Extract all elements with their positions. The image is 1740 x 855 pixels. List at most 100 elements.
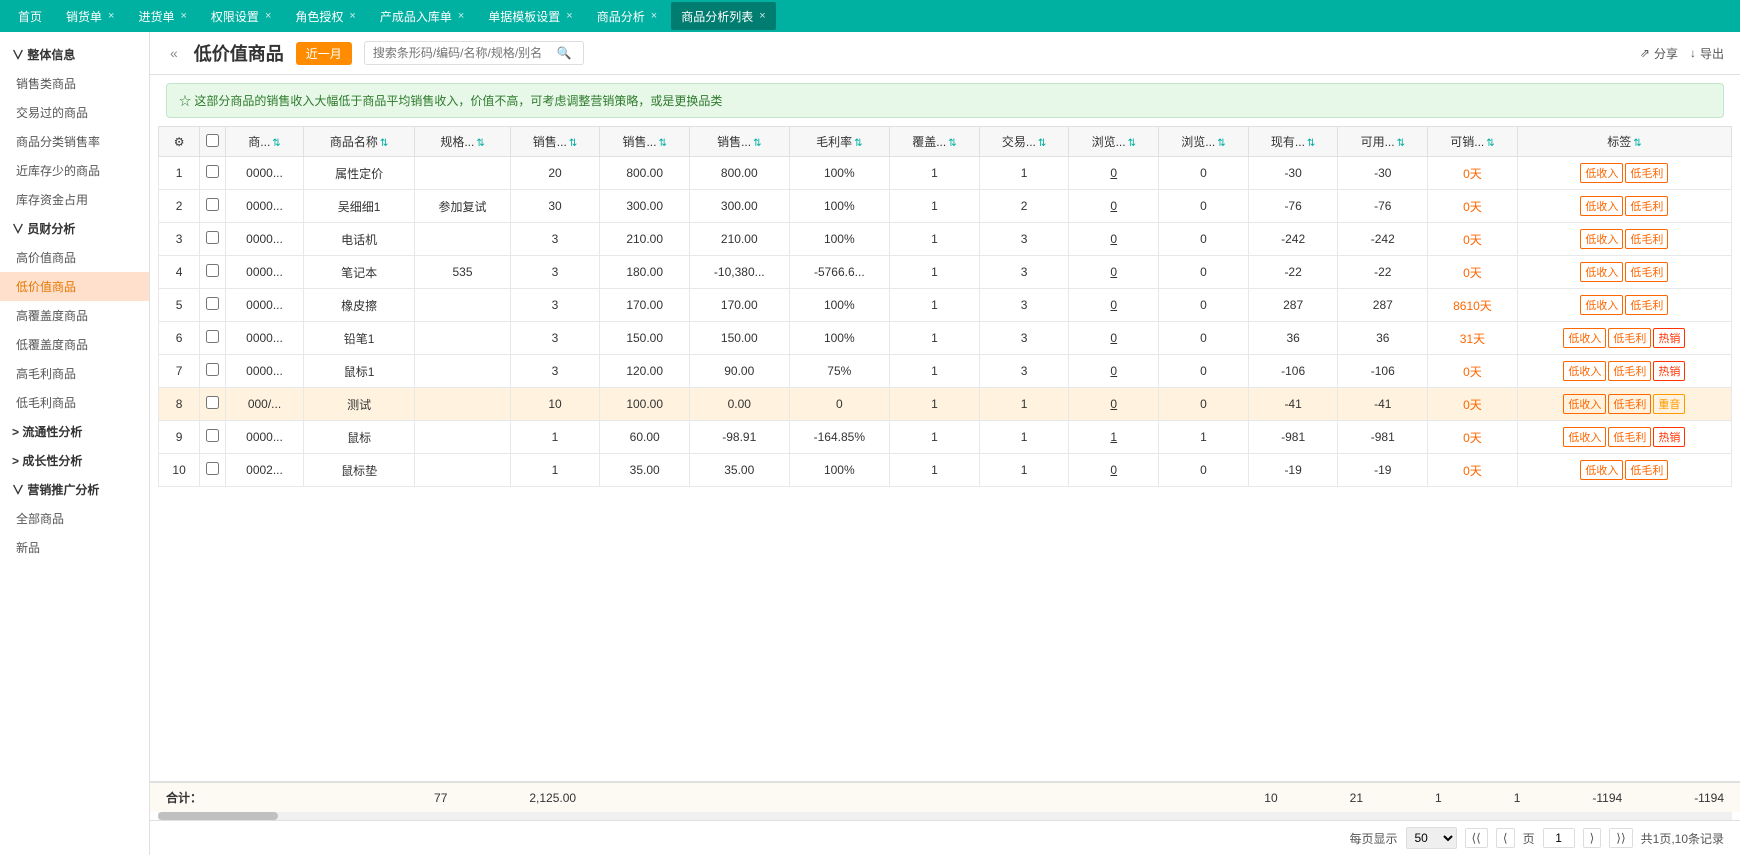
sidebar-item-all-products[interactable]: 全部商品	[0, 504, 149, 533]
sidebar-item-high-value[interactable]: 高价值商品	[0, 243, 149, 272]
col-saleable[interactable]: 可销...⇅	[1428, 127, 1518, 157]
nav-permissions[interactable]: 权限设置 ×	[201, 2, 281, 30]
sidebar-item-traded-products[interactable]: 交易过的商品	[0, 98, 149, 127]
browse1-val[interactable]: 0	[1110, 331, 1117, 345]
row-checkbox[interactable]	[200, 388, 226, 421]
scrollbar-thumb[interactable]	[158, 812, 278, 820]
col-browse1[interactable]: 浏览...⇅	[1069, 127, 1159, 157]
row-select-checkbox[interactable]	[206, 264, 219, 277]
select-all-checkbox[interactable]	[206, 134, 219, 147]
sidebar-item-category-sales-rate[interactable]: 商品分类销售率	[0, 127, 149, 156]
collapse-sidebar-btn[interactable]: «	[166, 43, 182, 63]
row-select-checkbox[interactable]	[206, 462, 219, 475]
horizontal-scrollbar[interactable]	[158, 812, 1732, 820]
page-size-select[interactable]: 50 100 200	[1406, 827, 1457, 849]
col-current[interactable]: 现有...⇅	[1248, 127, 1338, 157]
row-checkbox[interactable]	[200, 322, 226, 355]
row-select-checkbox[interactable]	[206, 396, 219, 409]
browse1-val[interactable]: 0	[1110, 232, 1117, 246]
search-icon[interactable]: 🔍	[557, 46, 572, 60]
col-checkbox[interactable]	[200, 127, 226, 157]
browse1-val[interactable]: 1	[1110, 430, 1117, 444]
col-settings[interactable]: ⚙	[159, 127, 200, 157]
sidebar-item-high-coverage[interactable]: 高覆盖度商品	[0, 301, 149, 330]
sidebar-item-low-coverage[interactable]: 低覆盖度商品	[0, 330, 149, 359]
nav-close-receipt[interactable]: ×	[458, 10, 464, 22]
row-select-checkbox[interactable]	[206, 231, 219, 244]
sidebar-item-low-margin[interactable]: 低毛利商品	[0, 388, 149, 417]
col-spec[interactable]: 规格...⇅	[415, 127, 510, 157]
sidebar-group-growth[interactable]: > 成长性分析	[0, 446, 149, 475]
browse1-val[interactable]: 0	[1110, 199, 1117, 213]
nav-close-purchase[interactable]: ×	[180, 10, 186, 22]
nav-product-analysis[interactable]: 商品分析 ×	[587, 2, 667, 30]
row-checkbox[interactable]	[200, 157, 226, 190]
col-browse2[interactable]: 浏览...⇅	[1159, 127, 1249, 157]
col-available[interactable]: 可用...⇅	[1338, 127, 1428, 157]
row-select-checkbox[interactable]	[206, 165, 219, 178]
nav-home[interactable]: 首页	[8, 2, 52, 30]
row-num: 3	[159, 223, 200, 256]
row-checkbox[interactable]	[200, 289, 226, 322]
browse1-val[interactable]: 0	[1110, 364, 1117, 378]
col-code[interactable]: 商...⇅	[226, 127, 304, 157]
nav-purchase-order[interactable]: 进货单 ×	[128, 2, 196, 30]
col-tags[interactable]: 标签⇅	[1517, 127, 1731, 157]
browse1-val[interactable]: 0	[1110, 397, 1117, 411]
sidebar-group-overall[interactable]: ∨ 整体信息	[0, 40, 149, 69]
row-checkbox[interactable]	[200, 190, 226, 223]
row-checkbox[interactable]	[200, 223, 226, 256]
sidebar-item-new-products[interactable]: 新品	[0, 533, 149, 562]
sidebar-item-sales-products[interactable]: 销售类商品	[0, 69, 149, 98]
col-name[interactable]: 商品名称⇅	[303, 127, 415, 157]
next-page-btn[interactable]: ⟩	[1583, 828, 1602, 848]
nav-sales-order[interactable]: 销货单 ×	[56, 2, 124, 30]
sidebar-item-low-stock[interactable]: 近库存少的商品	[0, 156, 149, 185]
sidebar-item-low-value[interactable]: 低价值商品	[0, 272, 149, 301]
row-checkbox[interactable]	[200, 421, 226, 454]
nav-product-receipt[interactable]: 产成品入库单 ×	[370, 2, 474, 30]
page-number-input[interactable]	[1543, 828, 1575, 848]
col-transaction[interactable]: 交易...⇅	[979, 127, 1069, 157]
nav-close-analysis-list[interactable]: ×	[759, 10, 765, 22]
export-btn[interactable]: ↓ 导出	[1690, 45, 1724, 62]
nav-template-settings[interactable]: 单据模板设置 ×	[478, 2, 582, 30]
row-select-checkbox[interactable]	[206, 297, 219, 310]
row-checkbox[interactable]	[200, 454, 226, 487]
col-coverage[interactable]: 覆盖...⇅	[890, 127, 980, 157]
col-sales-amt[interactable]: 销售...⇅	[600, 127, 690, 157]
browse1-val[interactable]: 0	[1110, 298, 1117, 312]
row-checkbox[interactable]	[200, 256, 226, 289]
share-btn[interactable]: ⇗ 分享	[1640, 45, 1678, 62]
filter-period-btn[interactable]: 近一月	[296, 42, 352, 65]
nav-close-sales-order[interactable]: ×	[108, 10, 114, 22]
row-checkbox[interactable]	[200, 355, 226, 388]
nav-close-analysis[interactable]: ×	[651, 10, 657, 22]
last-page-btn[interactable]: ⟩⟩	[1609, 828, 1632, 848]
browse1-val[interactable]: 0	[1110, 265, 1117, 279]
nav-product-analysis-list[interactable]: 商品分析列表 ×	[671, 2, 775, 30]
sidebar-item-high-margin[interactable]: 高毛利商品	[0, 359, 149, 388]
row-select-checkbox[interactable]	[206, 363, 219, 376]
browse1-val[interactable]: 0	[1110, 166, 1117, 180]
row-select-checkbox[interactable]	[206, 198, 219, 211]
browse1-val[interactable]: 0	[1110, 463, 1117, 477]
sidebar-item-inventory-capital[interactable]: 库存资金占用	[0, 185, 149, 214]
sidebar-group-flow[interactable]: > 流通性分析	[0, 417, 149, 446]
prev-page-btn[interactable]: ⟨	[1496, 828, 1515, 848]
sidebar-group-marketing[interactable]: ∨ 营销推广分析	[0, 475, 149, 504]
row-spec	[415, 223, 510, 256]
col-sales-cost[interactable]: 销售...⇅	[690, 127, 790, 157]
row-select-checkbox[interactable]	[206, 429, 219, 442]
search-input[interactable]	[373, 46, 553, 60]
col-sales-qty[interactable]: 销售...⇅	[510, 127, 600, 157]
first-page-btn[interactable]: ⟨⟨	[1465, 828, 1488, 848]
nav-role-auth[interactable]: 角色授权 ×	[285, 2, 365, 30]
sidebar-group-finance[interactable]: ∨ 员财分析	[0, 214, 149, 243]
row-current: 36	[1248, 322, 1338, 355]
col-margin[interactable]: 毛利率⇅	[789, 127, 890, 157]
row-select-checkbox[interactable]	[206, 330, 219, 343]
nav-close-role[interactable]: ×	[349, 10, 355, 22]
nav-close-permissions[interactable]: ×	[265, 10, 271, 22]
nav-close-template[interactable]: ×	[566, 10, 572, 22]
